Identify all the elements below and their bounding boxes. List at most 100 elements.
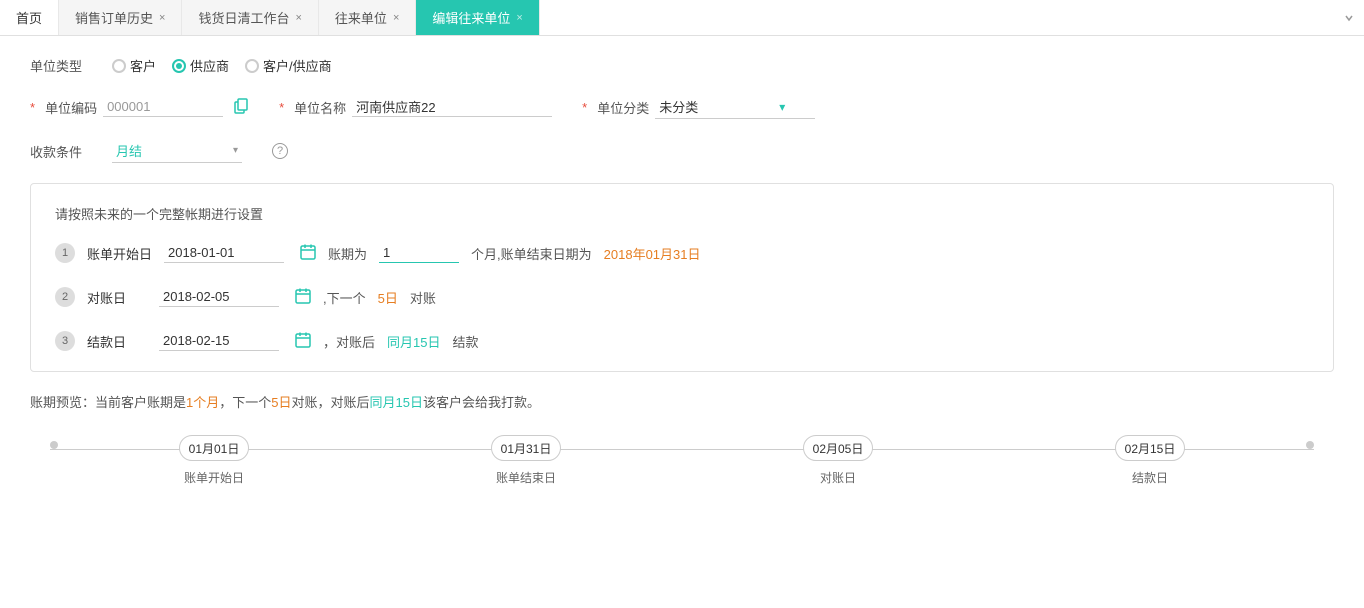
tab-home[interactable]: 首页	[0, 0, 59, 35]
period-label-1: 账单开始日	[87, 244, 152, 263]
radio-both-label: 客户/供应商	[263, 56, 332, 75]
radio-supplier-label: 供应商	[190, 56, 229, 75]
timeline-node-3-label: 02月05日	[803, 435, 873, 461]
timeline-node-4-sub: 结款日	[1132, 469, 1168, 486]
payment-terms-select[interactable]: 月结 ▾	[112, 139, 242, 163]
preview-item1: 1个月	[186, 395, 219, 410]
payment-terms-label: 收款条件	[30, 142, 82, 161]
timeline-node-2: 01月31日 账单结束日	[370, 435, 682, 486]
unit-class-label: 单位分类	[597, 98, 649, 117]
tab-sales-history-label: 销售订单历史	[75, 8, 153, 27]
period-label-2: 对账日	[87, 288, 147, 307]
period-day-highlight-3: 同月15日	[387, 332, 440, 351]
preview-mid2: 对账，对账后	[292, 395, 370, 410]
preview-section: 账期预览：当前客户账期是1个月，下一个5日对账，对账后同月15日该客户会给我打款…	[30, 392, 1334, 486]
radio-supplier-circle	[172, 59, 186, 73]
timeline-start-circle	[50, 441, 58, 449]
tab-bar: 首页 销售订单历史 × 钱货日清工作台 × 往来单位 × 编辑往来单位 ×	[0, 0, 1364, 36]
payment-terms-value: 月结	[116, 141, 229, 160]
tab-home-label: 首页	[16, 8, 42, 27]
unit-code-label: 单位编码	[45, 98, 97, 117]
main-content: 单位类型 客户 供应商 客户/供应商 * 单位编码	[0, 36, 1364, 608]
period-date-2[interactable]	[159, 287, 279, 307]
tab-cashflow-close[interactable]: ×	[295, 12, 301, 24]
unit-name-label: 单位名称	[294, 98, 346, 117]
period-day-highlight-2: 5日	[378, 288, 398, 307]
tab-cashflow[interactable]: 钱货日清工作台 ×	[182, 0, 318, 35]
period-prefix-2: ,下一个	[323, 288, 366, 307]
timeline-node-4-label: 02月15日	[1115, 435, 1185, 461]
radio-both[interactable]: 客户/供应商	[245, 56, 332, 75]
period-num-3: 3	[55, 331, 75, 351]
tab-sales-history-close[interactable]: ×	[159, 12, 165, 24]
unit-type-row: 单位类型 客户 供应商 客户/供应商	[30, 56, 1334, 75]
period-suffix-1b: 个月,账单结束日期为	[471, 244, 592, 263]
unit-name-group: * 单位名称	[279, 97, 552, 117]
unit-type-radio-group: 客户 供应商 客户/供应商	[112, 56, 332, 75]
period-num-1: 1	[55, 243, 75, 263]
period-end-date-highlight: 2018年01月31日	[604, 244, 701, 263]
timeline-node-1-sub: 账单开始日	[184, 469, 244, 486]
timeline-node-1: 01月01日 账单开始日	[58, 435, 370, 486]
payment-terms-row: 收款条件 月结 ▾ ?	[30, 139, 1334, 163]
timeline-node-3: 02月05日 对账日	[682, 435, 994, 486]
unit-name-star: *	[279, 100, 284, 115]
radio-customer-label: 客户	[130, 56, 156, 75]
unit-class-group: * 单位分类 未分类 ▾	[582, 95, 815, 119]
period-row-2: 2 对账日 ,下一个 5日 对账	[55, 287, 1309, 307]
unit-code-star: *	[30, 100, 35, 115]
period-suffix-1a: 账期为	[328, 244, 367, 263]
timeline-node-3-sub: 对账日	[820, 469, 856, 486]
tab-edit-partner-label: 编辑往来单位	[432, 8, 510, 27]
tab-cashflow-label: 钱货日清工作台	[198, 8, 289, 27]
unit-class-arrow: ▾	[779, 100, 785, 114]
unit-name-input[interactable]	[352, 97, 552, 117]
radio-customer[interactable]: 客户	[112, 56, 156, 75]
copy-icon[interactable]	[233, 98, 249, 117]
unit-code-group: * 单位编码	[30, 97, 249, 117]
tab-partners[interactable]: 往来单位 ×	[319, 0, 416, 35]
preview-prefix: 账期预览：当前客户账期是	[30, 395, 186, 410]
radio-customer-circle	[112, 59, 126, 73]
preview-suffix: 该客户会给我打款。	[423, 395, 540, 410]
calendar-icon-2[interactable]	[295, 288, 311, 307]
period-date-3[interactable]	[159, 331, 279, 351]
tab-more-button[interactable]	[1334, 0, 1364, 35]
period-date-1[interactable]	[164, 243, 284, 263]
tab-sales-history[interactable]: 销售订单历史 ×	[59, 0, 182, 35]
timeline-node-2-label: 01月31日	[491, 435, 561, 461]
preview-text: 账期预览：当前客户账期是1个月，下一个5日对账，对账后同月15日该客户会给我打款…	[30, 392, 1334, 411]
unit-type-label: 单位类型	[30, 56, 82, 75]
timeline-container: 01月01日 账单开始日 01月31日 账单结束日 02月05日 对账日 02月…	[30, 435, 1334, 486]
period-card-title: 请按照未来的一个完整帐期进行设置	[55, 204, 1309, 223]
period-months-input[interactable]	[379, 243, 459, 263]
period-num-2: 2	[55, 287, 75, 307]
period-row-1: 1 账单开始日 账期为 个月,账单结束日期为 2018年01月31日	[55, 243, 1309, 263]
unit-code-input[interactable]	[103, 97, 223, 117]
unit-info-row: * 单位编码 * 单位名称 * 单位分类 未分类 ▾	[30, 95, 1334, 119]
preview-item3: 同月15日	[370, 395, 423, 410]
period-suffix-3: 结款	[452, 332, 478, 351]
timeline-end-dot	[1306, 435, 1314, 449]
tab-partners-close[interactable]: ×	[393, 12, 399, 24]
calendar-icon-3[interactable]	[295, 332, 311, 351]
tab-partners-label: 往来单位	[335, 8, 387, 27]
timeline: 01月01日 账单开始日 01月31日 账单结束日 02月05日 对账日 02月…	[50, 435, 1314, 486]
period-label-3: 结款日	[87, 332, 147, 351]
timeline-nodes: 01月01日 账单开始日 01月31日 账单结束日 02月05日 对账日 02月…	[58, 435, 1306, 486]
preview-item2: 5日	[271, 395, 291, 410]
help-icon[interactable]: ?	[272, 143, 288, 159]
unit-class-dropdown[interactable]: 未分类 ▾	[655, 95, 815, 119]
tab-edit-partner-close[interactable]: ×	[516, 12, 522, 24]
timeline-start-dot	[50, 435, 58, 449]
period-suffix-2: 对账	[410, 288, 436, 307]
payment-terms-arrow: ▾	[233, 145, 238, 156]
timeline-node-4: 02月15日 结款日	[994, 435, 1306, 486]
unit-class-star: *	[582, 100, 587, 115]
period-prefix-3: ，对账后	[323, 332, 375, 351]
calendar-icon-1[interactable]	[300, 244, 316, 263]
timeline-node-1-label: 01月01日	[179, 435, 249, 461]
radio-both-circle	[245, 59, 259, 73]
radio-supplier[interactable]: 供应商	[172, 56, 229, 75]
tab-edit-partner[interactable]: 编辑往来单位 ×	[416, 0, 539, 35]
